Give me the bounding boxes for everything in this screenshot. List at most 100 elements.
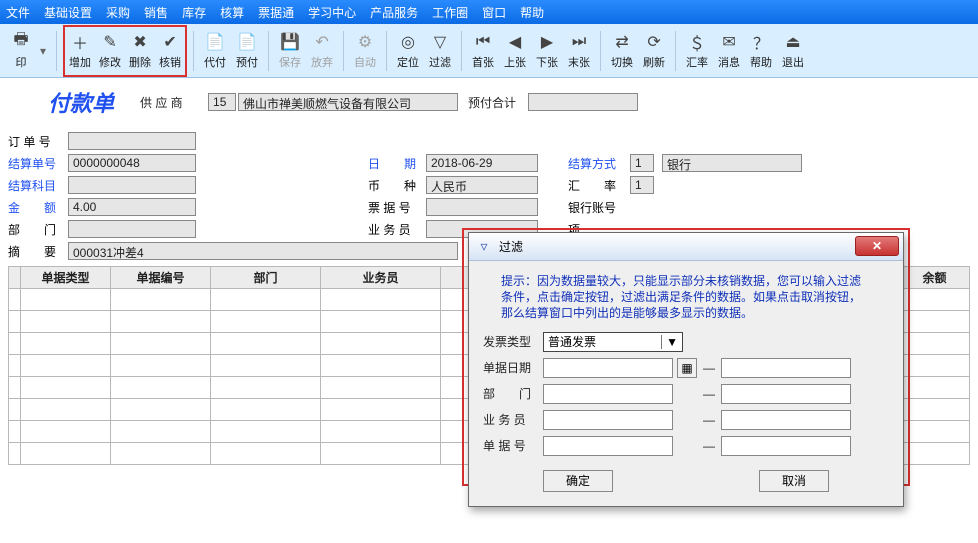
menu-learn[interactable]: 学习中心 <box>308 4 356 21</box>
settle-method-name[interactable]: 银行 <box>662 154 802 172</box>
tb-exit[interactable]: ⏏退出 <box>778 27 808 75</box>
funnel-icon: ▿ <box>475 238 493 256</box>
dropdown-arrow-icon[interactable]: ▾ <box>40 44 46 58</box>
document-icon: 📄 <box>237 32 257 52</box>
target-icon: ◎ <box>398 32 418 52</box>
bankacct-label: 银行账号 <box>568 199 630 216</box>
doc-title: 付款单 <box>48 86 114 118</box>
tb-last[interactable]: ⏭末张 <box>564 27 594 75</box>
document-icon: 📄 <box>205 32 225 52</box>
tb-delete[interactable]: ✖删除 <box>125 27 155 75</box>
menu-product[interactable]: 产品服务 <box>370 4 418 21</box>
tb-prepay[interactable]: 📄预付 <box>232 27 262 75</box>
dlg-oper-label: 业 务 员 <box>483 411 543 428</box>
last-icon: ⏭ <box>569 32 589 52</box>
bill-date-from[interactable] <box>543 358 673 378</box>
invoice-type-value: 普通发票 <box>548 333 596 350</box>
summary-label: 摘 要 <box>8 243 68 260</box>
account-label: 结算科目 <box>8 177 68 194</box>
col-balance[interactable]: 余额 <box>900 267 970 289</box>
dash-icon: — <box>703 413 715 427</box>
tb-switch[interactable]: ⇄切换 <box>607 27 637 75</box>
menu-help[interactable]: 帮助 <box>520 4 544 21</box>
undo-icon: ↶ <box>312 32 332 52</box>
dlg-dept-from[interactable] <box>543 384 673 404</box>
summary[interactable]: 000031冲差4 <box>68 242 458 260</box>
menu-file[interactable]: 文件 <box>6 4 30 21</box>
tb-message[interactable]: ✉消息 <box>714 27 744 75</box>
tb-help[interactable]: ？帮助 <box>746 27 776 75</box>
tb-refresh[interactable]: ⟳刷新 <box>639 27 669 75</box>
dlg-billno-from[interactable] <box>543 436 673 456</box>
refresh-icon: ⟳ <box>644 32 664 52</box>
supplier-code[interactable]: 15 <box>208 93 236 111</box>
menu-workspace[interactable]: 工作圈 <box>432 4 468 21</box>
settle-no[interactable]: 0000000048 <box>68 154 196 172</box>
help-icon: ？ <box>751 32 771 52</box>
invoice-type-select[interactable]: 普通发票 ▼ <box>543 332 683 352</box>
menu-purchase[interactable]: 采购 <box>106 4 130 21</box>
supplier-name[interactable]: 佛山市禅美顺燃气设备有限公司 <box>238 93 458 111</box>
tb-prev[interactable]: ◀上张 <box>500 27 530 75</box>
order-no[interactable] <box>68 132 196 150</box>
currency-label: 币 种 <box>368 177 426 194</box>
col-oper[interactable]: 业务员 <box>321 267 441 289</box>
menu-inventory[interactable]: 库存 <box>182 4 206 21</box>
cancel-button[interactable]: 取消 <box>759 470 829 492</box>
highlight-group-edit: ＋增加 ✎修改 ✖删除 ✔核销 <box>63 25 187 77</box>
tb-discard: ↶放弃 <box>307 27 337 75</box>
close-button[interactable]: ✕ <box>855 236 899 256</box>
date[interactable]: 2018-06-29 <box>426 154 538 172</box>
dlg-oper-from[interactable] <box>543 410 673 430</box>
filter-dialog: ▿ 过滤 ✕ 提示：因为数据量较大，只能显示部分未核销数据，您可以输入过滤条件，… <box>468 232 904 507</box>
prepay-total[interactable] <box>528 93 638 111</box>
tb-print[interactable]: 🖶印 <box>4 27 38 75</box>
date-picker-button[interactable]: ▦ <box>677 358 697 378</box>
rate-icon: ＄ <box>687 32 707 52</box>
row-handle <box>9 267 21 289</box>
dash-icon: — <box>703 439 715 453</box>
tb-edit[interactable]: ✎修改 <box>95 27 125 75</box>
bill-date-to[interactable] <box>721 358 851 378</box>
tb-next[interactable]: ▶下张 <box>532 27 562 75</box>
dialog-titlebar[interactable]: ▿ 过滤 ✕ <box>469 233 903 261</box>
tb-add[interactable]: ＋增加 <box>65 27 95 75</box>
col-doctype[interactable]: 单据类型 <box>21 267 111 289</box>
col-docno[interactable]: 单据编号 <box>111 267 211 289</box>
settle-method-label: 结算方式 <box>568 155 630 172</box>
dept-label: 部 门 <box>8 221 68 238</box>
account[interactable] <box>68 176 196 194</box>
settle-method-code[interactable]: 1 <box>630 154 654 172</box>
tb-filter[interactable]: ▽过滤 <box>425 27 455 75</box>
currency[interactable]: 人民币 <box>426 176 538 194</box>
tb-rate[interactable]: ＄汇率 <box>682 27 712 75</box>
chevron-down-icon: ▼ <box>661 335 678 349</box>
tb-first[interactable]: ⏮首张 <box>468 27 498 75</box>
dlg-billno-to[interactable] <box>721 436 851 456</box>
rate[interactable]: 1 <box>630 176 654 194</box>
pencil-icon: ✎ <box>100 32 120 52</box>
menu-window[interactable]: 窗口 <box>482 4 506 21</box>
tb-proxy-pay[interactable]: 📄代付 <box>200 27 230 75</box>
close-icon: ✕ <box>872 239 882 253</box>
invoice-type-label: 发票类型 <box>483 333 543 350</box>
dlg-oper-to[interactable] <box>721 410 851 430</box>
tb-writeoff[interactable]: ✔核销 <box>155 27 185 75</box>
amount[interactable]: 4.00 <box>68 198 196 216</box>
menu-basic[interactable]: 基础设置 <box>44 4 92 21</box>
ok-button[interactable]: 确定 <box>543 470 613 492</box>
dept[interactable] <box>68 220 196 238</box>
message-icon: ✉ <box>719 32 739 52</box>
printer-icon: 🖶 <box>11 32 31 52</box>
tb-save: 💾保存 <box>275 27 305 75</box>
menu-bill[interactable]: 票据通 <box>258 4 294 21</box>
check-icon: ✔ <box>160 32 180 52</box>
dialog-title: 过滤 <box>499 238 523 255</box>
tb-locate[interactable]: ◎定位 <box>393 27 423 75</box>
billno[interactable] <box>426 198 538 216</box>
menu-accounting[interactable]: 核算 <box>220 4 244 21</box>
dash-icon: — <box>703 387 715 401</box>
col-dept[interactable]: 部门 <box>211 267 321 289</box>
dlg-dept-to[interactable] <box>721 384 851 404</box>
menu-sales[interactable]: 销售 <box>144 4 168 21</box>
